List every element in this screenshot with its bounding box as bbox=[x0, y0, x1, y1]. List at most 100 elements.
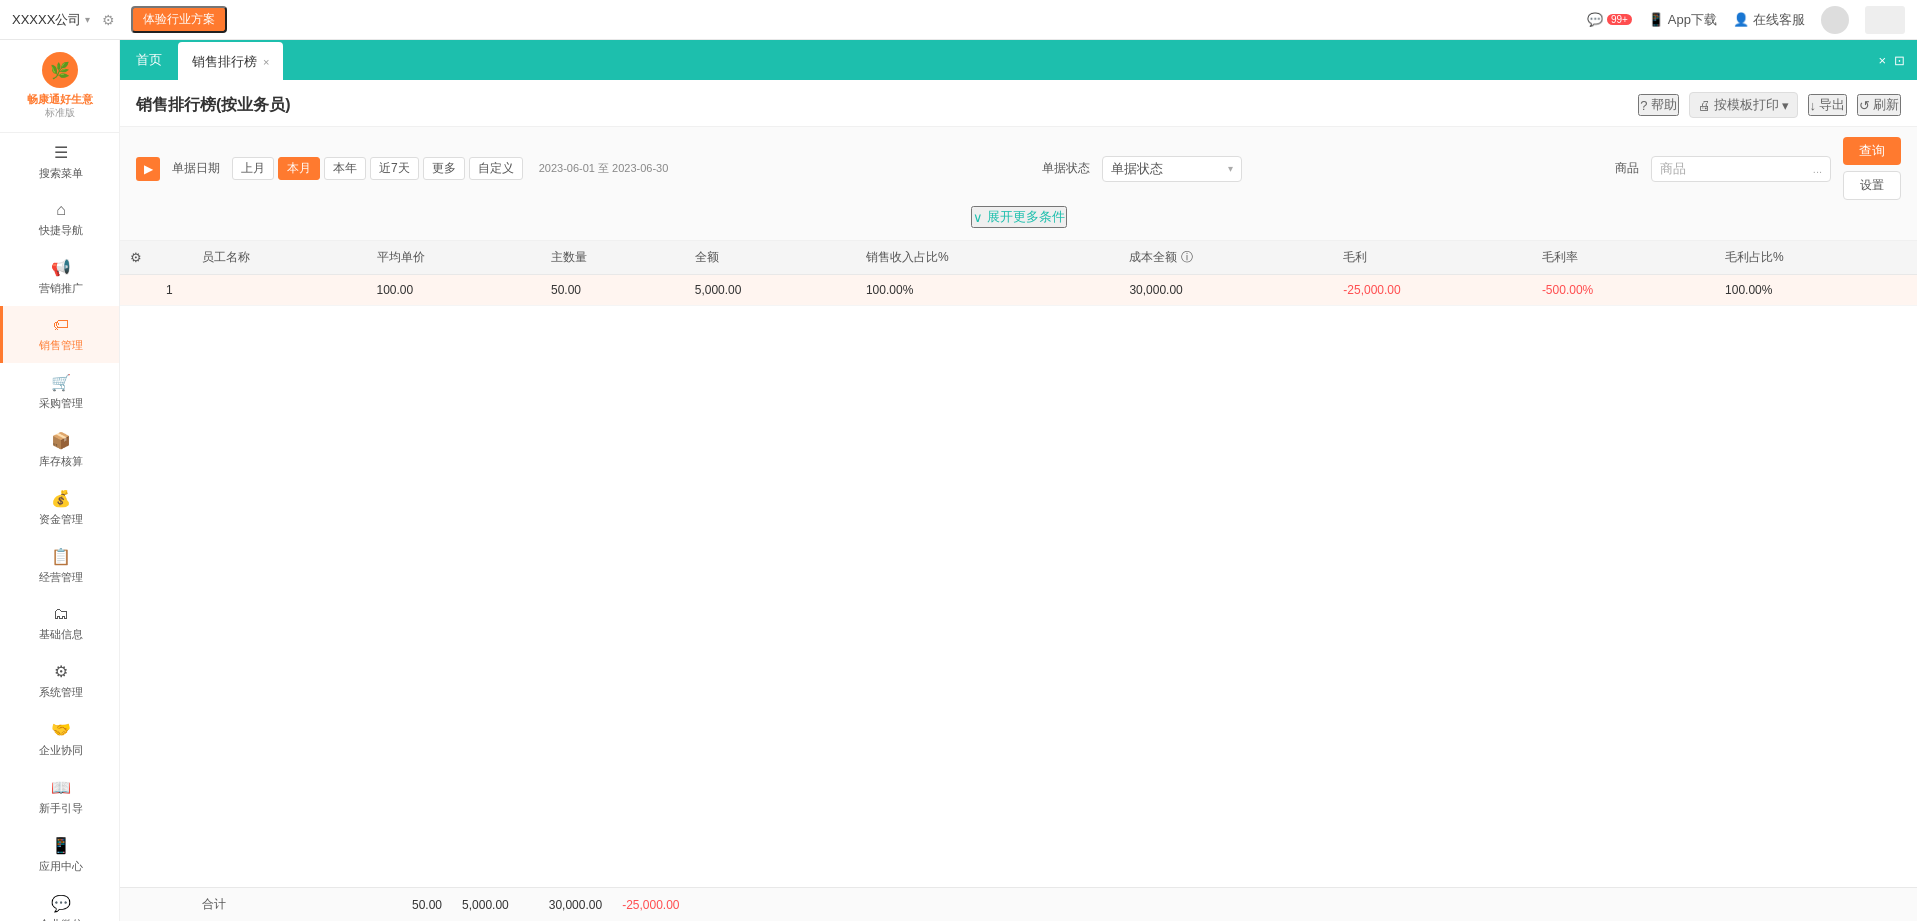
quick-nav-label: 快捷导航 bbox=[39, 223, 83, 238]
footer-total-label: 合计 bbox=[202, 896, 382, 913]
online-service-label: 在线客服 bbox=[1753, 11, 1805, 29]
sidebar-item-sys[interactable]: ⚙ 系统管理 bbox=[0, 652, 119, 710]
date-btn-custom[interactable]: 自定义 bbox=[469, 157, 523, 180]
sidebar-item-corp-wechat[interactable]: 💬 企业微信 bbox=[0, 884, 119, 921]
date-btn-this-year[interactable]: 本年 bbox=[324, 157, 366, 180]
cell-gross-rate: -500.00% bbox=[1532, 275, 1715, 306]
filter-expand-row: ∨ 展开更多条件 bbox=[136, 200, 1901, 230]
date-filter-label: 单据日期 bbox=[172, 160, 220, 177]
col-settings[interactable]: ⚙ bbox=[120, 241, 156, 275]
expand-arrow-icon: ▶ bbox=[144, 162, 153, 176]
top-bar: XXXXX公司 ▾ ⚙ 体验行业方案 💬 99+ 📱 App下载 👤 在线客服 bbox=[0, 0, 1917, 40]
col-avg-price: 平均单价 bbox=[367, 241, 542, 275]
page-header: 销售排行榜(按业务员) ? 帮助 🖨 按模板打印 ▾ ↓ 导出 bbox=[120, 80, 1917, 127]
logo-text: 畅康通好生意 bbox=[8, 92, 111, 106]
tab-bar-right: × ⊡ bbox=[1878, 53, 1917, 68]
print-btn[interactable]: 🖨 按模板打印 ▾ bbox=[1689, 92, 1798, 118]
filter-row-1: ▶ 单据日期 上月 本月 本年 近7天 更多 自定义 2023-06-01 至 … bbox=[136, 137, 1901, 200]
date-btn-last-month[interactable]: 上月 bbox=[232, 157, 274, 180]
sales-label: 销售管理 bbox=[39, 338, 83, 353]
table-footer: 合计 50.00 5,000.00 30,000.00 -25,000.00 bbox=[120, 887, 1917, 921]
sidebar-item-funds[interactable]: 💰 资金管理 bbox=[0, 479, 119, 537]
refresh-btn[interactable]: ↺ 刷新 bbox=[1857, 94, 1901, 116]
corp-collab-icon: 🤝 bbox=[51, 720, 71, 739]
online-service-btn[interactable]: 👤 在线客服 bbox=[1733, 11, 1805, 29]
footer-cost: 30,000.00 bbox=[539, 898, 612, 912]
sidebar-item-app-center[interactable]: 📱 应用中心 bbox=[0, 826, 119, 884]
expand-conditions-btn[interactable]: ∨ 展开更多条件 bbox=[971, 206, 1067, 228]
app-download-label: App下载 bbox=[1668, 11, 1717, 29]
search-order-icon: ☰ bbox=[54, 143, 68, 162]
sys-label: 系统管理 bbox=[39, 685, 83, 700]
tab-close-icon[interactable]: × bbox=[263, 56, 269, 68]
help-icon: ? bbox=[1640, 98, 1647, 113]
status-filter-label: 单据状态 bbox=[1042, 160, 1090, 177]
col-settings-icon: ⚙ bbox=[130, 250, 142, 265]
goods-placeholder: 商品 bbox=[1660, 160, 1686, 178]
sidebar-item-sales-mgmt[interactable]: 🏷 销售管理 bbox=[0, 306, 119, 363]
company-gear-icon[interactable]: ⚙ bbox=[102, 12, 115, 28]
print-icon: 🖨 bbox=[1698, 98, 1711, 113]
app-center-icon: 📱 bbox=[51, 836, 71, 855]
sidebar-item-corp-collab[interactable]: 🤝 企业协同 bbox=[0, 710, 119, 768]
col-amount: 全额 bbox=[685, 241, 856, 275]
page-title: 销售排行榜(按业务员) bbox=[136, 95, 1638, 116]
goods-more-icon: ... bbox=[1813, 163, 1822, 175]
basic-info-label: 基础信息 bbox=[39, 627, 83, 642]
tab-bar: 首页 销售排行榜 × × ⊡ bbox=[120, 40, 1917, 80]
message-btn[interactable]: 💬 99+ bbox=[1587, 12, 1632, 27]
data-table: ⚙ 员工名称 平均单价 主数量 全额 销售收入占比% 成本全额 ⓘ 毛利 毛利率… bbox=[120, 241, 1917, 306]
tab-sales-ranking[interactable]: 销售排行榜 × bbox=[178, 42, 283, 82]
query-btn[interactable]: 查询 bbox=[1843, 137, 1901, 165]
window-close-icon[interactable]: × bbox=[1878, 53, 1886, 68]
footer-gross: -25,000.00 bbox=[612, 898, 689, 912]
date-btn-7days[interactable]: 近7天 bbox=[370, 157, 419, 180]
tab-home[interactable]: 首页 bbox=[120, 40, 178, 80]
col-rank bbox=[156, 241, 192, 275]
trial-btn[interactable]: 体验行业方案 bbox=[131, 6, 227, 33]
print-caret-icon: ▾ bbox=[1782, 98, 1789, 113]
col-sales-pct: 销售收入占比% bbox=[856, 241, 1119, 275]
search-order-label: 搜索菜单 bbox=[39, 166, 83, 181]
sidebar-item-search-order[interactable]: ☰ 搜索菜单 bbox=[0, 133, 119, 191]
app-download-btn[interactable]: 📱 App下载 bbox=[1648, 11, 1717, 29]
export-icon: ↓ bbox=[1810, 98, 1817, 113]
help-btn[interactable]: ? 帮助 bbox=[1638, 94, 1678, 116]
status-filter-select[interactable]: 单据状态 ▾ bbox=[1102, 156, 1242, 182]
service-icon: 👤 bbox=[1733, 12, 1749, 27]
sidebar-item-basic-info[interactable]: 🗂 基础信息 bbox=[0, 595, 119, 652]
date-btn-more[interactable]: 更多 bbox=[423, 157, 465, 180]
goods-filter-input[interactable]: 商品 ... bbox=[1651, 156, 1831, 182]
status-placeholder: 单据状态 bbox=[1111, 160, 1163, 178]
col-gross: 毛利 bbox=[1333, 241, 1532, 275]
inventory-icon: 📦 bbox=[51, 431, 71, 450]
filter-expand-arrow-btn[interactable]: ▶ bbox=[136, 157, 160, 181]
sidebar-item-marketing[interactable]: 📢 营销推广 bbox=[0, 248, 119, 306]
sidebar-item-new-guide[interactable]: 📖 新手引导 bbox=[0, 768, 119, 826]
col-main-qty: 主数量 bbox=[541, 241, 685, 275]
new-guide-label: 新手引导 bbox=[39, 801, 83, 816]
export-btn[interactable]: ↓ 导出 bbox=[1808, 94, 1848, 116]
sidebar-item-quick-nav[interactable]: ⌂ 快捷导航 bbox=[0, 191, 119, 248]
page-content: 销售排行榜(按业务员) ? 帮助 🖨 按模板打印 ▾ ↓ 导出 bbox=[120, 80, 1917, 921]
corp-wechat-label: 企业微信 bbox=[39, 917, 83, 921]
avatar[interactable] bbox=[1821, 6, 1849, 34]
inventory-label: 库存核算 bbox=[39, 454, 83, 469]
new-guide-icon: 📖 bbox=[51, 778, 71, 797]
date-btn-this-month[interactable]: 本月 bbox=[278, 157, 320, 180]
sys-icon: ⚙ bbox=[54, 662, 68, 681]
logo-icon: 🌿 bbox=[42, 52, 78, 88]
col-cost: 成本全额 ⓘ bbox=[1119, 241, 1333, 275]
sidebar-item-ops[interactable]: 📋 经营管理 bbox=[0, 537, 119, 595]
corp-collab-label: 企业协同 bbox=[39, 743, 83, 758]
company-chevron-icon: ▾ bbox=[85, 14, 90, 25]
filter-area: ▶ 单据日期 上月 本月 本年 近7天 更多 自定义 2023-06-01 至 … bbox=[120, 127, 1917, 241]
window-max-icon[interactable]: ⊡ bbox=[1894, 53, 1905, 68]
page-header-actions: ? 帮助 🖨 按模板打印 ▾ ↓ 导出 ↺ 刷新 bbox=[1638, 92, 1901, 118]
corp-wechat-icon: 💬 bbox=[51, 894, 71, 913]
message-icon: 💬 bbox=[1587, 12, 1603, 27]
sidebar-item-purchase-mgmt[interactable]: 🛒 采购管理 bbox=[0, 363, 119, 421]
sidebar-item-inventory[interactable]: 📦 库存核算 bbox=[0, 421, 119, 479]
company-selector[interactable]: XXXXX公司 ▾ bbox=[12, 11, 90, 29]
settings-btn[interactable]: 设置 bbox=[1843, 171, 1901, 200]
